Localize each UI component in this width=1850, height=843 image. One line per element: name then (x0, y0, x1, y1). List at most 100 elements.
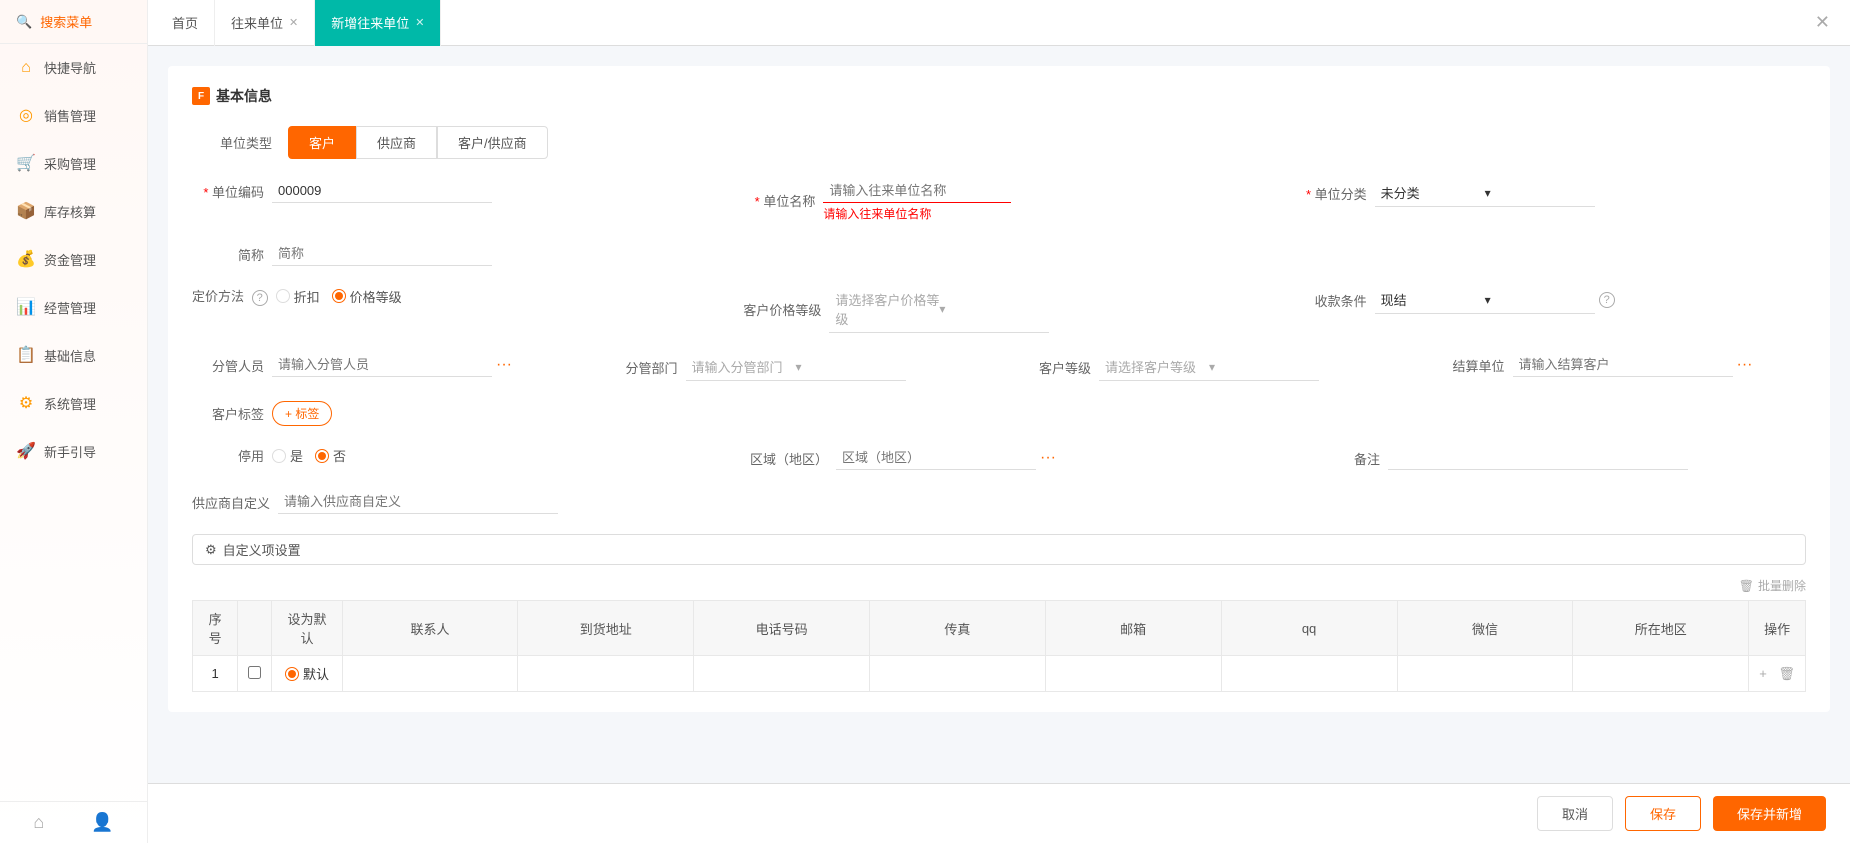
disabled-yes[interactable]: 是 (272, 446, 303, 465)
save-button[interactable]: 保存 (1625, 796, 1701, 831)
qq-input[interactable] (1232, 666, 1387, 681)
type-btn-customer[interactable]: 客户 (288, 126, 356, 159)
manager-more-btn[interactable]: ··· (496, 356, 512, 374)
supplier-custom-input[interactable] (278, 490, 558, 514)
customer-price-chevron: ▾ (939, 302, 1043, 316)
table-header: 到货地址 (518, 601, 694, 656)
inventory-icon: 📦 (16, 201, 36, 221)
row-checkbox[interactable] (238, 656, 272, 692)
code-input[interactable] (272, 179, 492, 203)
customer-level-chevron: ▾ (1209, 360, 1313, 374)
sidebar-item-purchase[interactable]: 🛒 采购管理 (0, 139, 147, 187)
batch-delete-area[interactable]: 🗑 批量删除 (192, 577, 1806, 594)
sidebar-item-finance[interactable]: 💰 资金管理 (0, 235, 147, 283)
cancel-button[interactable]: 取消 (1537, 796, 1613, 831)
sidebar-label-guide: 新手引导 (44, 442, 96, 461)
close-all-tabs[interactable]: ✕ (1803, 12, 1842, 33)
row-phone[interactable] (694, 656, 870, 692)
tab-label-new-partner: 新增往来单位 (331, 13, 409, 32)
table-header: 联系人 (342, 601, 518, 656)
table-header: 序号 (193, 601, 238, 656)
save-new-button[interactable]: 保存并新增 (1713, 796, 1826, 831)
form-row-3: 定价方法 ? 折扣 价格等级 客户 (192, 286, 1806, 333)
type-row: 单位类型 客户供应商客户/供应商 (192, 126, 1806, 159)
pricing-discount[interactable]: 折扣 (276, 287, 320, 306)
region-input[interactable] (836, 446, 1036, 470)
form-row-6: 停用 是 否 区域（地区） ··· (192, 446, 1806, 470)
category-select[interactable]: 未分类 ▾ (1375, 179, 1595, 207)
table-header: qq (1221, 601, 1397, 656)
form-row-2: 简称 (192, 242, 1806, 266)
yes-radio (272, 449, 286, 463)
payment-chevron: ▾ (1485, 293, 1589, 307)
settlement-more-btn[interactable]: ··· (1737, 356, 1753, 374)
department-select[interactable]: 请输入分管部门 ▾ (686, 353, 906, 381)
section-title: F 基本信息 (192, 86, 1806, 106)
customer-level-select[interactable]: 请选择客户等级 ▾ (1099, 353, 1319, 381)
form-row-1: 单位编码 单位名称 请输入往来单位名称 单位分类 未分类 (192, 179, 1806, 222)
field-manager: 分管人员 ··· (192, 353, 566, 377)
sidebar-item-inventory[interactable]: 📦 库存核算 (0, 187, 147, 235)
region-more-btn[interactable]: ··· (1040, 449, 1056, 467)
field-remark: 备注 (1308, 446, 1806, 470)
disabled-no[interactable]: 否 (315, 446, 346, 465)
row-email[interactable] (1045, 656, 1221, 692)
sidebar-label-system: 系统管理 (44, 394, 96, 413)
row-check[interactable] (248, 666, 261, 679)
row-contact[interactable] (342, 656, 518, 692)
tab-new-partner[interactable]: 新增往来单位 ✕ (315, 0, 441, 46)
sidebar-item-sales[interactable]: ◎ 销售管理 (0, 91, 147, 139)
sidebar-item-system[interactable]: ⚙ 系统管理 (0, 379, 147, 427)
sidebar-item-basic[interactable]: 📋 基础信息 (0, 331, 147, 379)
search-menu[interactable]: 🔍 搜索菜单 (0, 0, 147, 44)
wechat-input[interactable] (1408, 666, 1563, 681)
address-input[interactable] (528, 666, 683, 681)
table-header (238, 601, 272, 656)
region-table-input[interactable] (1583, 666, 1738, 681)
row-actions[interactable]: + 🗑 (1749, 656, 1806, 692)
manager-input[interactable] (272, 353, 492, 377)
sidebar-item-quick-nav[interactable]: ⌂ 快捷导航 (0, 44, 147, 91)
type-btn-supplier[interactable]: 供应商 (356, 126, 437, 159)
custom-settings-btn[interactable]: ⚙ 自定义项设置 (192, 534, 1806, 565)
payment-help-icon[interactable]: ? (1599, 292, 1615, 308)
customer-price-select[interactable]: 请选择客户价格等级 ▾ (829, 286, 1049, 333)
contacts-table: 序号设为默认联系人到货地址电话号码传真邮箱qq微信所在地区操作 1 默认 + 🗑 (192, 600, 1806, 692)
payment-select[interactable]: 现结 ▾ (1375, 286, 1595, 314)
sidebar-item-guide[interactable]: 🚀 新手引导 (0, 427, 147, 475)
home-bottom-icon[interactable]: ⌂ (33, 812, 44, 833)
field-shortname: 简称 (192, 242, 1806, 266)
form-row-4: 分管人员 ··· 分管部门 请输入分管部门 ▾ 客户等级 请选择客户等级 ▾ (192, 353, 1806, 381)
fax-input[interactable] (880, 666, 1035, 681)
pricing-level[interactable]: 价格等级 (332, 287, 402, 306)
delete-row-btn[interactable]: 🗑 (1778, 666, 1795, 681)
row-region[interactable] (1573, 656, 1749, 692)
search-icon: 🔍 (16, 14, 32, 30)
category-chevron: ▾ (1485, 186, 1589, 200)
tab-home[interactable]: 首页 (156, 0, 215, 46)
add-row-btn[interactable]: + (1759, 666, 1767, 681)
row-default[interactable]: 默认 (272, 656, 342, 692)
name-input[interactable] (823, 179, 1011, 203)
field-pricing: 定价方法 ? 折扣 价格等级 (192, 286, 703, 306)
row-address[interactable] (518, 656, 694, 692)
sidebar-item-operations[interactable]: 📊 经营管理 (0, 283, 147, 331)
tab-close-new-partner[interactable]: ✕ (415, 16, 424, 29)
row-qq[interactable] (1221, 656, 1397, 692)
content-area: F 基本信息 单位类型 客户供应商客户/供应商 单位编码 单位名称 (148, 46, 1850, 783)
user-bottom-icon[interactable]: 👤 (91, 812, 113, 833)
contact-input[interactable] (353, 666, 508, 681)
tab-partners[interactable]: 往来单位✕ (215, 0, 315, 46)
type-btn-both[interactable]: 客户/供应商 (437, 126, 548, 159)
remark-input[interactable] (1388, 446, 1688, 470)
pricing-help-icon[interactable]: ? (252, 290, 268, 306)
guide-icon: 🚀 (16, 441, 36, 461)
phone-input[interactable] (704, 666, 859, 681)
settlement-input[interactable] (1513, 353, 1733, 377)
tab-close-partners[interactable]: ✕ (289, 16, 298, 29)
row-wechat[interactable] (1397, 656, 1573, 692)
email-input[interactable] (1056, 666, 1211, 681)
shortname-input[interactable] (272, 242, 492, 266)
add-tag-btn[interactable]: + 标签 (272, 401, 332, 426)
row-fax[interactable] (869, 656, 1045, 692)
